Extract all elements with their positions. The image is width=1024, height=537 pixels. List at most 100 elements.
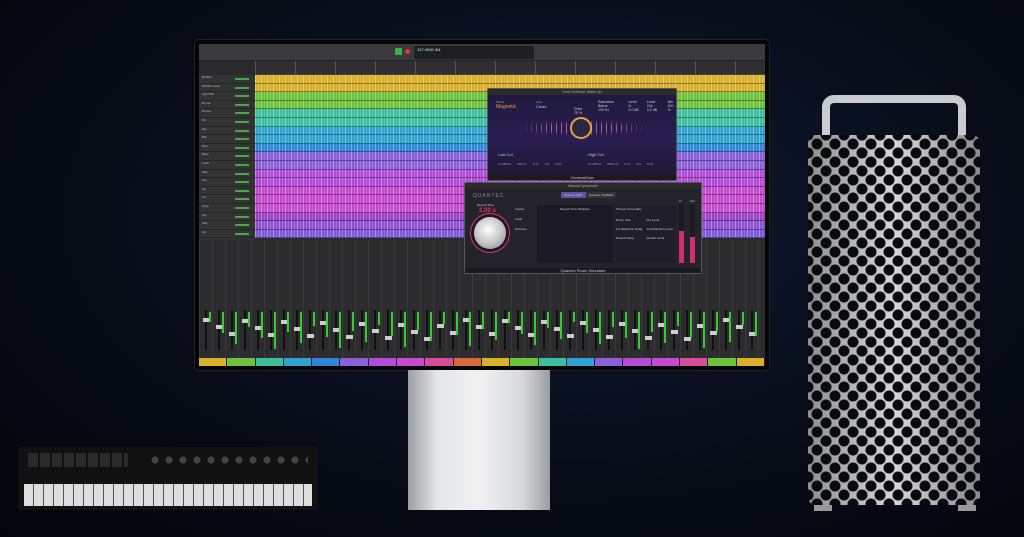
model-select[interactable]: Model Magnetic — [496, 100, 516, 110]
channel-fader[interactable] — [424, 310, 431, 350]
channel-fader[interactable] — [242, 310, 249, 350]
track-header[interactable]: FX — [199, 195, 255, 204]
channel-fader[interactable] — [268, 310, 275, 350]
reverb-level-slider[interactable]: Reverb Level — [647, 236, 675, 240]
fader-cap[interactable] — [307, 334, 314, 338]
track-volume-slider[interactable] — [235, 232, 249, 235]
channel-fader[interactable] — [216, 310, 223, 350]
track-header[interactable]: Sub — [199, 221, 255, 230]
low-pre-button[interactable]: Pre — [545, 162, 550, 166]
channel-fader[interactable] — [515, 310, 522, 350]
channel-fader[interactable] — [385, 310, 392, 350]
channel-fader[interactable] — [697, 310, 704, 350]
track-header[interactable]: Drums — [199, 109, 255, 118]
channel-fader[interactable] — [489, 310, 496, 350]
channel-fader[interactable] — [749, 310, 756, 350]
level-out-param[interactable]: Level Out 0.0 dB — [647, 100, 660, 112]
fader-cap[interactable] — [671, 330, 678, 334]
low-frequency[interactable]: 800 Hz — [517, 162, 527, 166]
drive-knob[interactable] — [570, 117, 592, 139]
channel-fader[interactable] — [502, 310, 509, 350]
saturation-param[interactable]: Saturation Below 100 Hz — [598, 100, 620, 112]
low-post-button[interactable]: Post — [555, 162, 561, 166]
record-button[interactable] — [405, 49, 410, 54]
channel-fader[interactable] — [346, 310, 353, 350]
channel-fader[interactable] — [671, 310, 678, 350]
track-header[interactable]: Perc — [199, 144, 255, 153]
low-resonance[interactable]: 0.71 — [533, 162, 539, 166]
channel-fader[interactable] — [723, 310, 730, 350]
high-post-button[interactable]: Post — [647, 162, 653, 166]
channel-fader[interactable] — [229, 310, 236, 350]
fader-cap[interactable] — [645, 336, 652, 340]
track-volume-slider[interactable] — [235, 206, 249, 209]
track-header[interactable]: Bass — [199, 152, 255, 161]
channel-fader[interactable] — [528, 310, 535, 350]
channel-fader[interactable] — [450, 310, 457, 350]
fader-cap[interactable] — [710, 331, 717, 335]
track-volume-slider[interactable] — [235, 138, 249, 141]
track-volume-slider[interactable] — [235, 163, 249, 166]
fader-cap[interactable] — [372, 329, 379, 333]
track-header[interactable]: Bck — [199, 135, 255, 144]
track-volume-slider[interactable] — [235, 215, 249, 218]
fader-cap[interactable] — [736, 325, 743, 329]
track-header[interactable]: Str — [199, 187, 255, 196]
tab-secondary[interactable]: Secondary — [627, 207, 641, 211]
low-cut-toggle[interactable]: Low Cut — [498, 152, 513, 157]
track-region[interactable] — [255, 75, 765, 84]
timeline-ruler[interactable] — [255, 61, 765, 75]
channel-fader[interactable] — [203, 310, 210, 350]
tab-quantec-yardstick[interactable]: Quantec YardStick — [585, 192, 617, 198]
channel-fader[interactable] — [606, 310, 613, 350]
track-header[interactable]: Hi Cur — [199, 101, 255, 110]
channel-fader[interactable] — [463, 310, 470, 350]
room-size-slider[interactable]: Room Size — [616, 218, 644, 222]
track-volume-slider[interactable] — [235, 103, 249, 106]
fader-cap[interactable] — [606, 335, 613, 339]
track-volume-slider[interactable] — [235, 120, 249, 123]
channel-fader[interactable] — [411, 310, 418, 350]
reverb-delay-slider[interactable]: Reverb Delay — [616, 236, 644, 240]
reverb-time-knob[interactable] — [474, 217, 506, 249]
channel-fader[interactable] — [437, 310, 444, 350]
track-header[interactable]: Synth Bs — [199, 92, 255, 101]
channel-fader[interactable] — [567, 310, 574, 350]
reverb-multiplier-graph[interactable]: Reverb Time Multiplier — [537, 205, 613, 263]
fader-cap[interactable] — [346, 335, 353, 339]
fader-cap[interactable] — [385, 336, 392, 340]
channel-fader[interactable] — [307, 310, 314, 350]
track-header[interactable]: Keys — [199, 204, 255, 213]
high-frequency[interactable]: 8000 Hz — [607, 162, 618, 166]
track-volume-slider[interactable] — [235, 172, 249, 175]
style-select[interactable]: Style Clean — [536, 100, 546, 109]
channel-fader[interactable] — [281, 310, 288, 350]
channel-fader[interactable] — [619, 310, 626, 350]
high-pre-button[interactable]: Pre — [636, 162, 641, 166]
channel-fader[interactable] — [554, 310, 561, 350]
channel-fader[interactable] — [684, 310, 691, 350]
channel-fader[interactable] — [658, 310, 665, 350]
track-volume-slider[interactable] — [235, 129, 249, 132]
high-slope[interactable]: 24 dB/Oct — [588, 162, 601, 166]
track-header[interactable]: Lead — [199, 161, 255, 170]
channel-fader[interactable] — [359, 310, 366, 350]
channel-fader[interactable] — [294, 310, 301, 350]
channel-fader[interactable] — [632, 310, 639, 350]
channel-fader[interactable] — [398, 310, 405, 350]
dry-level-slider[interactable]: Dry Level — [647, 218, 675, 222]
fader-cap[interactable] — [437, 324, 444, 328]
fader-cap[interactable] — [411, 330, 418, 334]
track-header[interactable]: Arp — [199, 213, 255, 222]
high-cut-toggle[interactable]: High Cut — [588, 152, 604, 157]
clear-button[interactable]: Clear — [515, 217, 527, 221]
channel-fader[interactable] — [333, 310, 340, 350]
track-header[interactable]: Kit — [199, 118, 255, 127]
track-header[interactable]: Gtr — [199, 230, 255, 239]
channel-fader[interactable] — [593, 310, 600, 350]
track-header[interactable]: Drn — [199, 127, 255, 136]
play-button[interactable] — [395, 48, 402, 55]
channel-fader[interactable] — [580, 310, 587, 350]
track-header[interactable]: Bs Bk1 — [199, 75, 255, 84]
tab-quantec-qrs[interactable]: Quantec QRS — [561, 192, 586, 198]
